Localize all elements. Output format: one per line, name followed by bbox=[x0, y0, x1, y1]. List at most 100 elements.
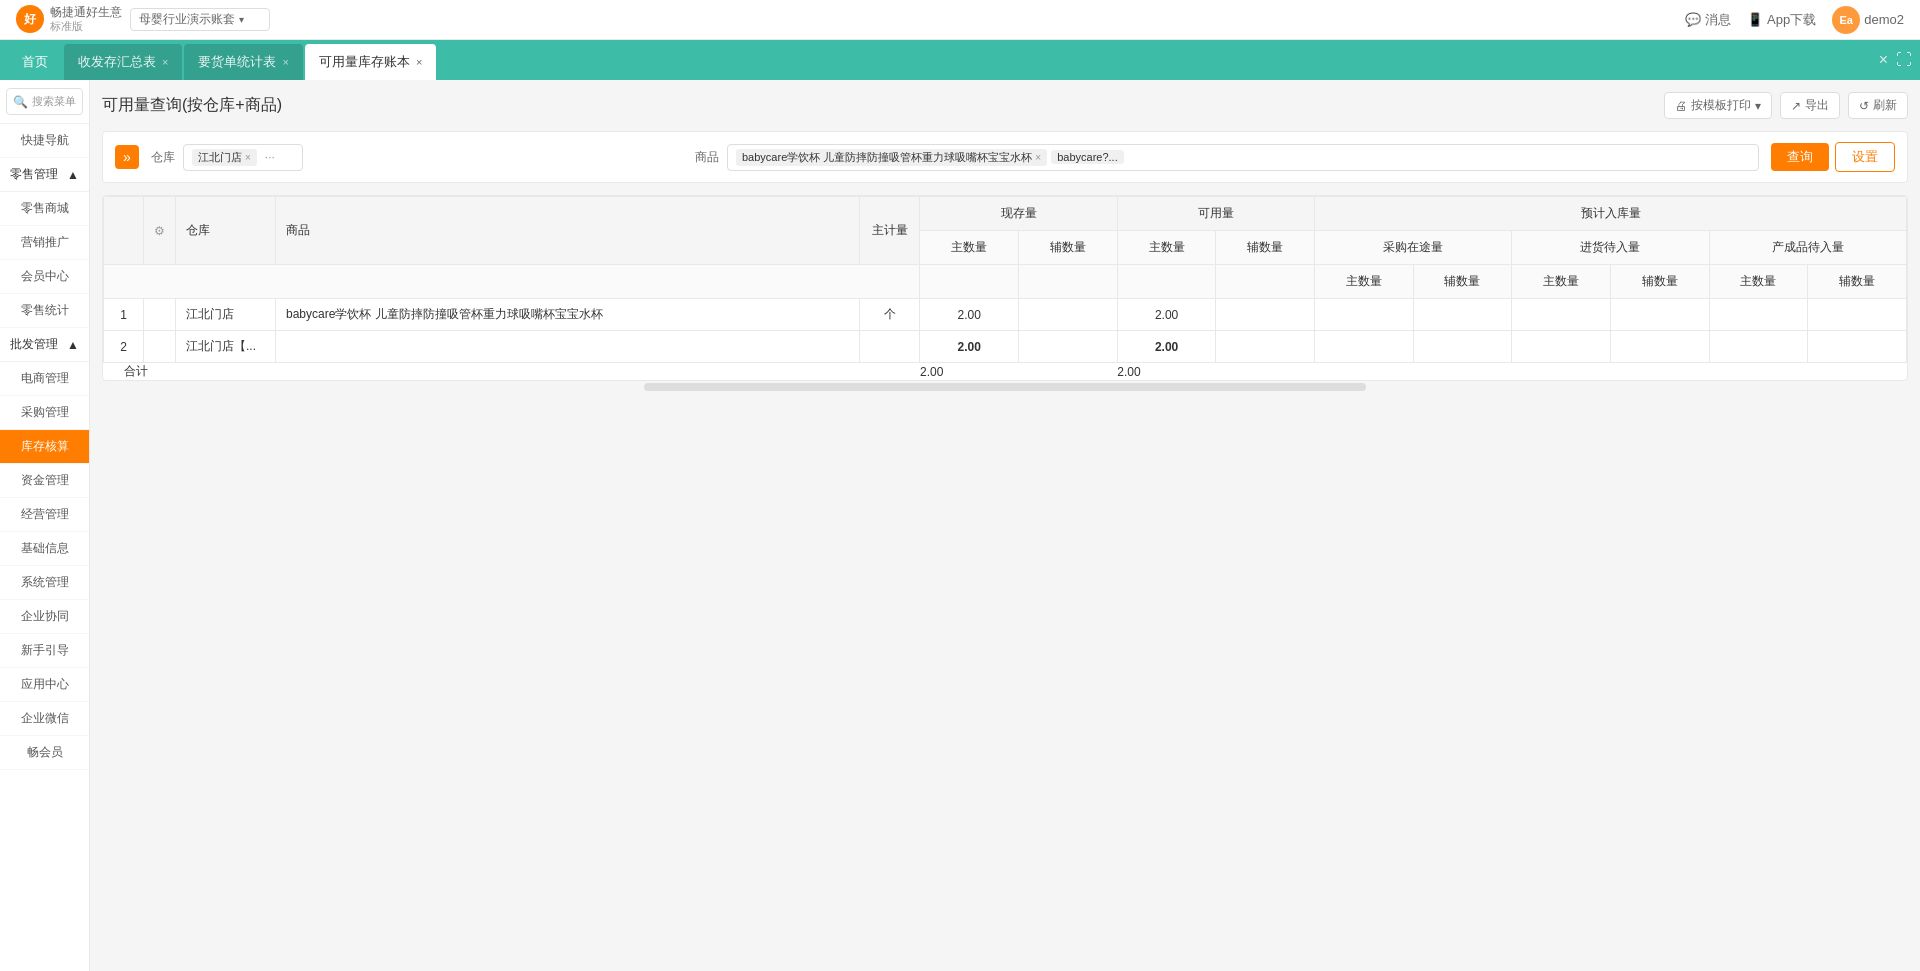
row1-avail-aux bbox=[1216, 299, 1315, 331]
pur-pending-aux-header: 辅数量 bbox=[1610, 265, 1709, 299]
table-row: 2 江北门店【... 2.00 2.00 bbox=[104, 331, 1907, 363]
prod-pending-main-header: 主数量 bbox=[1709, 265, 1808, 299]
export-button[interactable]: ↗ 导出 bbox=[1780, 92, 1840, 119]
tab-receive-close-icon[interactable]: × bbox=[162, 56, 168, 68]
row1-avail-main: 2.00 bbox=[1117, 299, 1216, 331]
sidebar-item-operations[interactable]: 经营管理 bbox=[0, 498, 89, 532]
warehouse-tag: 江北门店 × bbox=[192, 149, 257, 166]
sidebar-item-member-center[interactable]: 会员中心 bbox=[0, 260, 89, 294]
col-forecast-header: 预计入库量 bbox=[1315, 197, 1907, 231]
row2-pur-pending-main bbox=[1512, 331, 1611, 363]
sidebar-item-inventory[interactable]: 库存核算 bbox=[0, 430, 89, 464]
template-selector[interactable]: 母婴行业演示账套 ▾ bbox=[130, 8, 270, 31]
col-gear-header: ⚙ bbox=[144, 197, 176, 265]
refresh-button[interactable]: ↺ 刷新 bbox=[1848, 92, 1908, 119]
main-layout: 🔍 搜索菜单 快捷导航 零售管理 ▲ 零售商城 营销推广 会员中心 零售统计 批… bbox=[0, 80, 1920, 971]
col-stock-main-header: 主数量 bbox=[920, 231, 1019, 265]
row1-unit: 个 bbox=[860, 299, 920, 331]
col-avail-aux-header: 辅数量 bbox=[1216, 231, 1315, 265]
col-unit-header: 主计量 bbox=[860, 197, 920, 265]
row2-stock-main: 2.00 bbox=[920, 331, 1019, 363]
user-menu[interactable]: Ea demo2 bbox=[1832, 6, 1904, 34]
message-button[interactable]: 💬 消息 bbox=[1685, 11, 1731, 29]
row1-product: babycare学饮杯 儿童防摔防撞吸管杯重力球吸嘴杯宝宝水杯 bbox=[276, 299, 860, 331]
pur-transit-main-header: 主数量 bbox=[1315, 265, 1414, 299]
col-warehouse-header: 仓库 bbox=[176, 197, 276, 265]
nav-right-controls: × ⛶ bbox=[1879, 40, 1912, 80]
sidebar-item-ecommerce[interactable]: 电商管理 bbox=[0, 362, 89, 396]
sidebar-item-enterprise-wechat[interactable]: 企业微信 bbox=[0, 702, 89, 736]
filter-product-group: 商品 babycare学饮杯 儿童防摔防撞吸管杯重力球吸嘴杯宝宝水杯 × bab… bbox=[695, 144, 1759, 171]
gear-icon[interactable]: ⚙ bbox=[154, 224, 165, 238]
sidebar-item-purchase[interactable]: 采购管理 bbox=[0, 396, 89, 430]
tab-home[interactable]: 首页 bbox=[8, 44, 62, 80]
sidebar-item-system[interactable]: 系统管理 bbox=[0, 566, 89, 600]
sidebar-search-button[interactable]: 🔍 搜索菜单 bbox=[6, 88, 83, 115]
table-container: ⚙ 仓库 商品 主计量 现存量 可用量 预计入库量 主数量 辅数量 主数量 辅数… bbox=[102, 195, 1908, 381]
table-header-row: ⚙ 仓库 商品 主计量 现存量 可用量 预计入库量 bbox=[104, 197, 1907, 231]
row1-stock-main: 2.00 bbox=[920, 299, 1019, 331]
row1-pur-transit-main bbox=[1315, 299, 1414, 331]
chevron-up-icon: ▲ bbox=[67, 168, 79, 182]
warehouse-input[interactable]: 江北门店 × ··· bbox=[183, 144, 303, 171]
sidebar-item-retail-mall[interactable]: 零售商城 bbox=[0, 192, 89, 226]
tab-home-label: 首页 bbox=[22, 53, 48, 71]
filter-action-buttons: 查询 设置 bbox=[1771, 142, 1895, 172]
logo-text: 畅捷通好生意 bbox=[50, 5, 122, 19]
maximize-icon[interactable]: ⛶ bbox=[1896, 51, 1912, 69]
query-button[interactable]: 查询 bbox=[1771, 143, 1829, 171]
search-icon: 🔍 bbox=[13, 95, 28, 109]
sidebar-item-quick-nav[interactable]: 快捷导航 bbox=[0, 124, 89, 158]
col-no-header bbox=[104, 197, 144, 265]
filter-expand-button[interactable]: » bbox=[115, 145, 139, 169]
row2-pur-transit-aux bbox=[1413, 331, 1512, 363]
template-label: 母婴行业演示账套 bbox=[139, 11, 235, 28]
tab-receive-summary[interactable]: 收发存汇总表 × bbox=[64, 44, 182, 80]
row2-stock-aux bbox=[1019, 331, 1118, 363]
app-download-button[interactable]: 📱 App下载 bbox=[1747, 11, 1816, 29]
tab-available-close-icon[interactable]: × bbox=[416, 56, 422, 68]
row2-pur-pending-aux bbox=[1610, 331, 1709, 363]
sidebar-item-member[interactable]: 畅会员 bbox=[0, 736, 89, 770]
tab-available-stock[interactable]: 可用量库存账本 × bbox=[305, 44, 436, 80]
product-tag1-close-icon[interactable]: × bbox=[1035, 152, 1041, 163]
tab-order-stats[interactable]: 要货单统计表 × bbox=[184, 44, 302, 80]
export-icon: ↗ bbox=[1791, 99, 1801, 113]
logo-text-area: 畅捷通好生意 标准版 bbox=[50, 5, 122, 34]
row2-pur-transit-main bbox=[1315, 331, 1414, 363]
sidebar-item-wholesale-mgmt[interactable]: 批发管理 ▲ bbox=[0, 328, 89, 362]
print-button[interactable]: 🖨 按模板打印 ▾ bbox=[1664, 92, 1772, 119]
product-input[interactable]: babycare学饮杯 儿童防摔防撞吸管杯重力球吸嘴杯宝宝水杯 × babyca… bbox=[727, 144, 1759, 171]
sidebar-item-enterprise[interactable]: 企业协同 bbox=[0, 600, 89, 634]
warehouse-more-icon[interactable]: ··· bbox=[261, 150, 279, 164]
page-header: 可用量查询(按仓库+商品) 🖨 按模板打印 ▾ ↗ 导出 ↺ 刷新 bbox=[102, 92, 1908, 119]
tab-receive-label: 收发存汇总表 bbox=[78, 53, 156, 71]
chevron-down-icon2: ▾ bbox=[1755, 99, 1761, 113]
row2-avail-aux bbox=[1216, 331, 1315, 363]
sidebar-item-app-center[interactable]: 应用中心 bbox=[0, 668, 89, 702]
tab-order-close-icon[interactable]: × bbox=[282, 56, 288, 68]
sidebar-item-finance[interactable]: 资金管理 bbox=[0, 464, 89, 498]
sum-stock-main: 2.00 bbox=[920, 363, 1019, 381]
row2-warehouse: 江北门店【... bbox=[176, 331, 276, 363]
sidebar-item-guide[interactable]: 新手引导 bbox=[0, 634, 89, 668]
col-prod-pending-header: 产成品待入量 bbox=[1709, 231, 1906, 265]
sidebar-item-retail-stats[interactable]: 零售统计 bbox=[0, 294, 89, 328]
close-all-icon[interactable]: × bbox=[1879, 51, 1888, 69]
row2-product bbox=[276, 331, 860, 363]
sum-label: 合计 bbox=[104, 363, 920, 381]
prod-pending-aux-header: 辅数量 bbox=[1808, 265, 1907, 299]
row1-warehouse: 江北门店 bbox=[176, 299, 276, 331]
warehouse-tag-close-icon[interactable]: × bbox=[245, 152, 251, 163]
sidebar-item-marketing[interactable]: 营销推广 bbox=[0, 226, 89, 260]
warehouse-label: 仓库 bbox=[151, 149, 175, 166]
row1-prod-pending-main bbox=[1709, 299, 1808, 331]
logo-icon: 好 bbox=[16, 5, 44, 33]
sidebar-item-basic-info[interactable]: 基础信息 bbox=[0, 532, 89, 566]
col-stock-header: 现存量 bbox=[920, 197, 1117, 231]
top-bar-right: 💬 消息 📱 App下载 Ea demo2 bbox=[1685, 6, 1904, 34]
sidebar-item-retail-mgmt[interactable]: 零售管理 ▲ bbox=[0, 158, 89, 192]
settings-button[interactable]: 设置 bbox=[1835, 142, 1895, 172]
tab-order-label: 要货单统计表 bbox=[198, 53, 276, 71]
data-table: ⚙ 仓库 商品 主计量 现存量 可用量 预计入库量 主数量 辅数量 主数量 辅数… bbox=[103, 196, 1907, 380]
